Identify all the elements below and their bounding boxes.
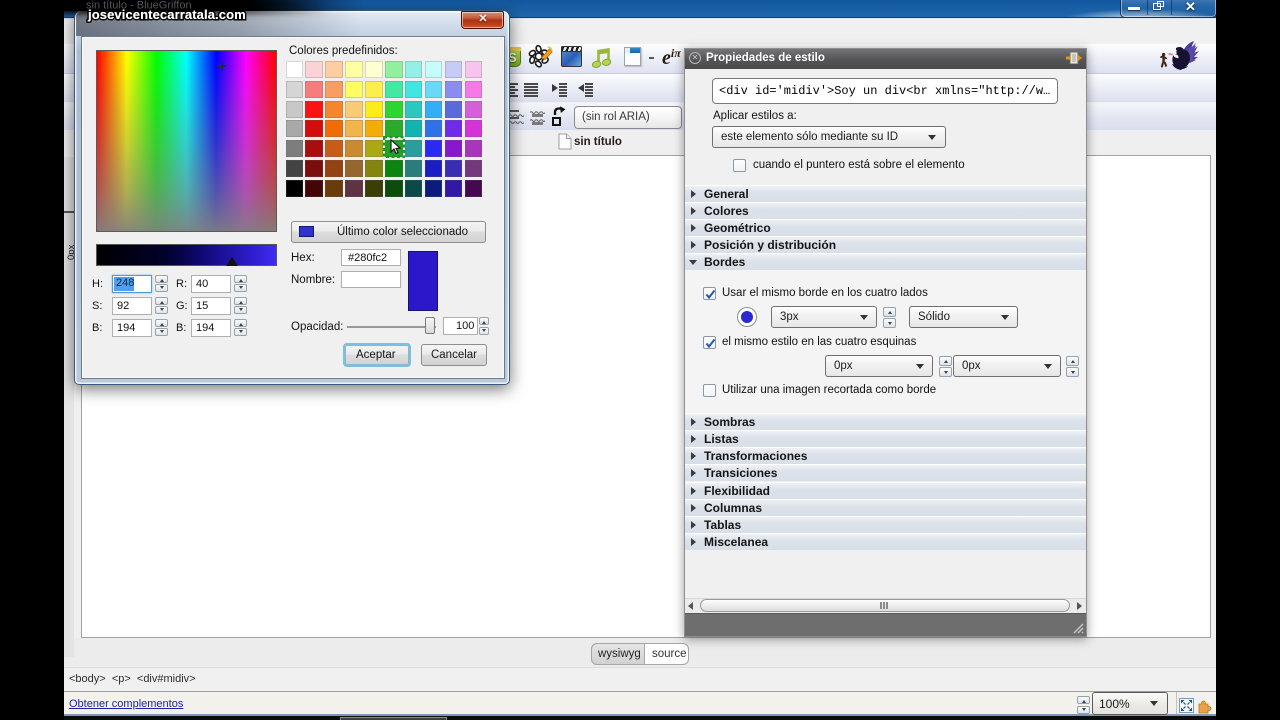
svg-text:sin título - BlueGriffon: sin título - BlueGriffon — [86, 0, 192, 11]
